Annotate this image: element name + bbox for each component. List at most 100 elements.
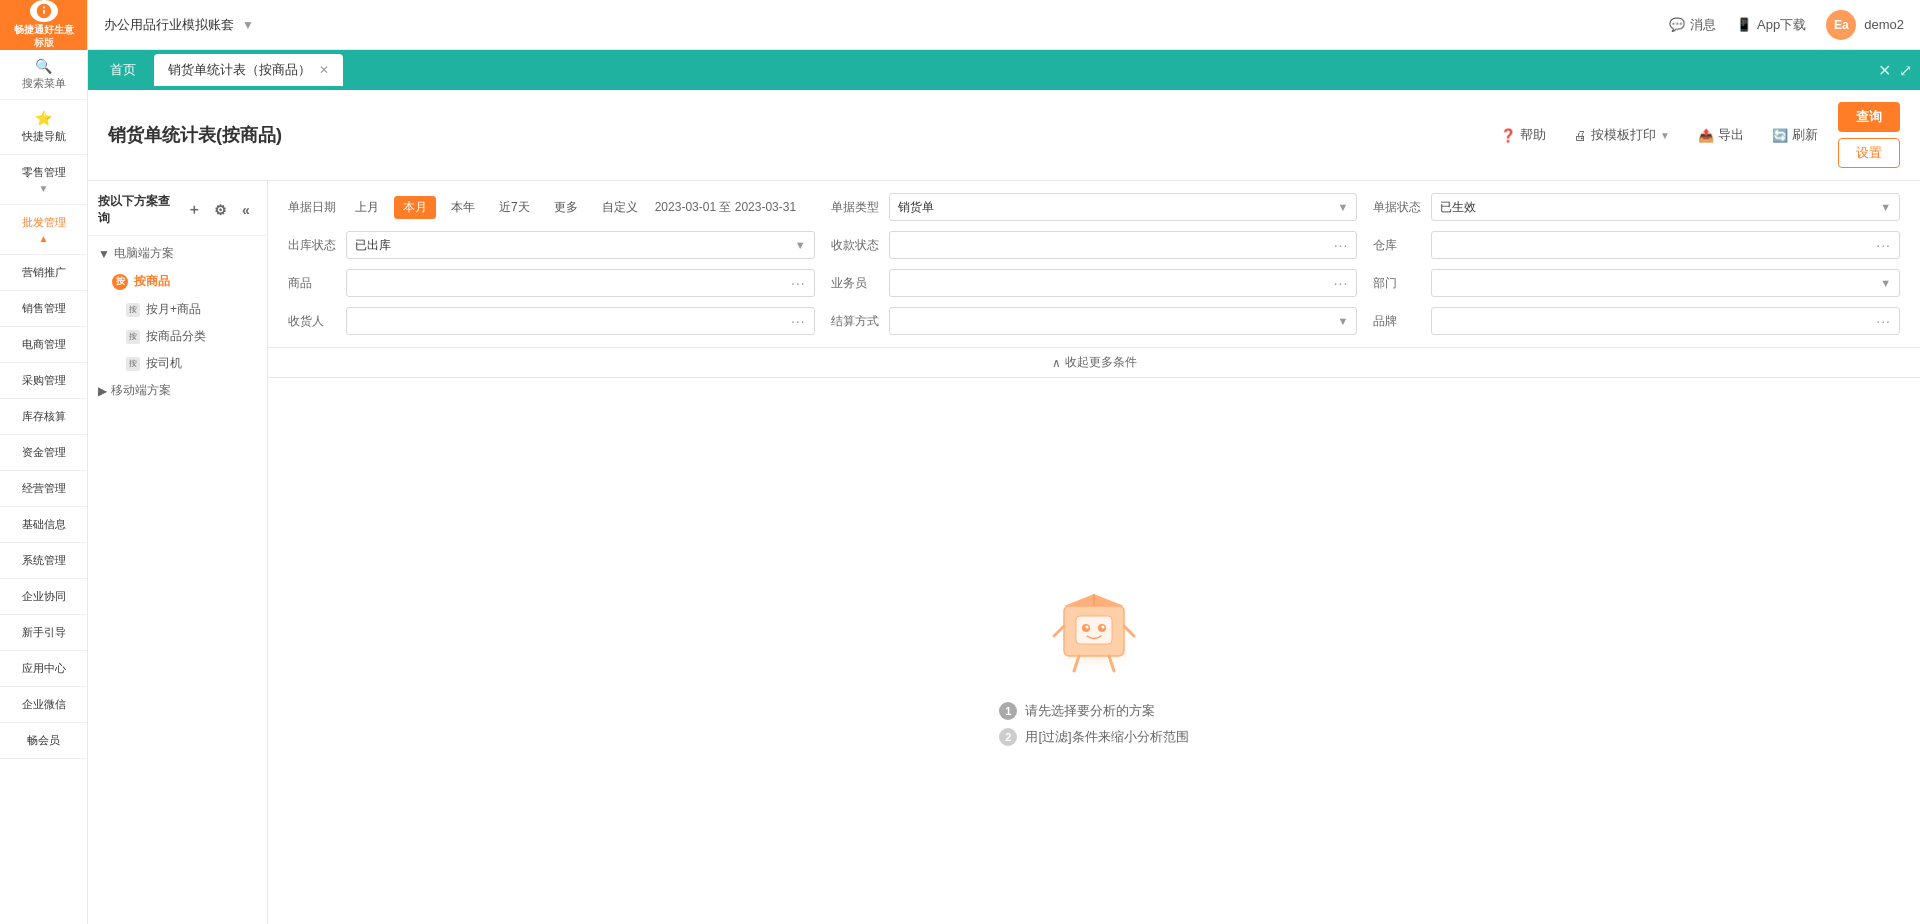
print-icon: 🖨 (1574, 128, 1587, 143)
svg-line-9 (1054, 626, 1064, 636)
department-select[interactable]: ▼ (1431, 269, 1900, 297)
product-select[interactable]: ··· (346, 269, 815, 297)
date-chip-this-year[interactable]: 本年 (442, 196, 484, 219)
filter-salesperson: 业务员 ··· (831, 269, 1358, 297)
sidebar-item-finance[interactable]: 资金管理 (0, 435, 87, 471)
tab-restore-btn[interactable]: ⤢ (1899, 61, 1912, 80)
product-label: 商品 (288, 275, 338, 292)
user-profile[interactable]: Ea demo2 (1826, 10, 1904, 40)
message-button[interactable]: 💬 消息 (1669, 16, 1716, 34)
brand-select[interactable]: ··· (1431, 307, 1900, 335)
sidebar-item-membership[interactable]: 畅会员 (0, 723, 87, 759)
app-logo[interactable]: 畅捷通好生意 标版 (0, 0, 87, 50)
app-download-button[interactable]: 📱 App下载 (1736, 16, 1806, 34)
user-name: demo2 (1864, 17, 1904, 32)
date-chip-more[interactable]: 更多 (545, 196, 587, 219)
receiver-select[interactable]: ··· (346, 307, 815, 335)
out-status-select[interactable]: 已出库 ▼ (346, 231, 815, 259)
scheme-group-pc-header[interactable]: ▼ 电脑端方案 (98, 240, 267, 267)
doc-status-label: 单据状态 (1373, 199, 1423, 216)
sidebar-item-purchase[interactable]: 采购管理 (0, 363, 87, 399)
filter-doc-status: 单据状态 已生效 ▼ (1373, 193, 1900, 221)
filter-out-status: 出库状态 已出库 ▼ (288, 231, 815, 259)
page-header-actions: ❓ 帮助 🖨 按模板打印 ▼ 📤 导出 🔄 刷新 查询 (1492, 102, 1900, 180)
scheme-item-by-category[interactable]: 按 按商品分类 (98, 323, 267, 350)
app-subtitle: 标版 (34, 36, 54, 50)
query-button[interactable]: 查询 (1838, 102, 1900, 132)
sidebar-item-enterprise-wechat[interactable]: 企业微信 (0, 687, 87, 723)
sidebar-item-operations[interactable]: 经营管理 (0, 471, 87, 507)
scheme-group-mobile-header[interactable]: ▶ 移动端方案 (98, 377, 267, 404)
scheme-sub-icon-3: 按 (126, 357, 140, 371)
salesperson-select[interactable]: ··· (889, 269, 1358, 297)
collapse-icon: ∧ (1052, 356, 1061, 370)
scheme-item-by-driver[interactable]: 按 按司机 (98, 350, 267, 377)
date-chip-custom[interactable]: 自定义 (593, 196, 647, 219)
settlement-label: 结算方式 (831, 313, 881, 330)
sidebar-item-search[interactable]: 🔍 搜索菜单 (0, 50, 87, 100)
date-label: 单据日期 (288, 199, 338, 216)
receiver-label: 收货人 (288, 313, 338, 330)
print-button[interactable]: 🖨 按模板打印 ▼ (1566, 122, 1678, 148)
action-buttons-group: 查询 设置 (1838, 102, 1900, 168)
empty-tip-1: 1 请先选择要分析的方案 (999, 702, 1155, 720)
svg-point-8 (1102, 626, 1105, 629)
settlement-select[interactable]: ▼ (889, 307, 1358, 335)
sidebar-item-quick-nav[interactable]: ⭐ 快捷导航 (0, 100, 87, 155)
filter-department: 部门 ▼ (1373, 269, 1900, 297)
payment-status-label: 收款状态 (831, 237, 881, 254)
collapse-panel-btn[interactable]: « (235, 199, 257, 221)
sidebar-item-system[interactable]: 系统管理 (0, 543, 87, 579)
refresh-button[interactable]: 🔄 刷新 (1764, 122, 1826, 148)
page-title: 销货单统计表(按商品) (108, 123, 282, 159)
topbar-dropdown-icon[interactable]: ▼ (242, 18, 254, 32)
date-chip-7days[interactable]: 近7天 (490, 196, 539, 219)
sidebar-item-retail[interactable]: 零售管理 ▼ (0, 155, 87, 205)
tab-home[interactable]: 首页 (96, 54, 150, 86)
brand-dots-icon: ··· (1876, 313, 1891, 329)
sidebar-item-wholesale[interactable]: 批发管理 ▲ (0, 205, 87, 255)
sidebar-item-ecommerce[interactable]: 电商管理 (0, 327, 87, 363)
filter-warehouse: 仓库 ··· (1373, 231, 1900, 259)
tab-sales-stats[interactable]: 销货单统计表（按商品） ✕ (154, 54, 343, 86)
collapse-bar[interactable]: ∧ 收起更多条件 (268, 348, 1920, 378)
export-button[interactable]: 📤 导出 (1690, 122, 1752, 148)
date-filter-chips: 上月 本月 本年 近7天 更多 自定义 (346, 196, 647, 219)
doc-type-select[interactable]: 销货单 ▼ (889, 193, 1358, 221)
export-icon: 📤 (1698, 128, 1714, 143)
help-button[interactable]: ❓ 帮助 (1492, 122, 1554, 148)
scheme-item-by-product[interactable]: 按 按商品 (98, 267, 267, 296)
content-area: 销货单统计表(按商品) ❓ 帮助 🖨 按模板打印 ▼ 📤 导出 🔄 刷新 (88, 90, 1920, 924)
scheme-group-pc: ▼ 电脑端方案 按 按商品 按 按月+商品 按 按商品分类 (88, 240, 267, 377)
settings-scheme-btn[interactable]: ⚙ (209, 199, 231, 221)
warehouse-select[interactable]: ··· (1431, 231, 1900, 259)
sidebar-item-app-center[interactable]: 应用中心 (0, 651, 87, 687)
scheme-item-by-month-product[interactable]: 按 按月+商品 (98, 296, 267, 323)
sidebar-item-inventory[interactable]: 库存核算 (0, 399, 87, 435)
svg-rect-4 (1076, 616, 1112, 644)
date-chip-this-month[interactable]: 本月 (394, 196, 436, 219)
filter-product: 商品 ··· (288, 269, 815, 297)
help-icon: ❓ (1500, 128, 1516, 143)
payment-status-select[interactable]: ··· (889, 231, 1358, 259)
filter-settlement: 结算方式 ▼ (831, 307, 1358, 335)
sidebar-item-sales[interactable]: 销售管理 (0, 291, 87, 327)
date-chip-last-month[interactable]: 上月 (346, 196, 388, 219)
tab-close-window-btn[interactable]: ✕ (1878, 61, 1891, 80)
tab-close-icon[interactable]: ✕ (319, 63, 329, 77)
sidebar-item-cooperation[interactable]: 企业协同 (0, 579, 87, 615)
doc-status-select[interactable]: 已生效 ▼ (1431, 193, 1900, 221)
sidebar-item-marketing[interactable]: 营销推广 (0, 255, 87, 291)
settings-button[interactable]: 设置 (1838, 138, 1900, 168)
salesperson-dots-icon: ··· (1334, 275, 1349, 291)
empty-tips: 1 请先选择要分析的方案 2 用[过滤]条件来缩小分析范围 (999, 702, 1188, 746)
warehouse-dots-icon: ··· (1876, 237, 1891, 253)
add-scheme-btn[interactable]: ＋ (183, 199, 205, 221)
department-arrow-icon: ▼ (1880, 277, 1891, 289)
sidebar-item-onboarding[interactable]: 新手引导 (0, 615, 87, 651)
print-dropdown-icon[interactable]: ▼ (1660, 130, 1670, 141)
main-area: 办公用品行业模拟账套 ▼ 💬 消息 📱 App下载 Ea demo2 首页 (88, 0, 1920, 924)
scheme-sub-icon: 按 (126, 303, 140, 317)
filter-receiver: 收货人 ··· (288, 307, 815, 335)
sidebar-item-basic-info[interactable]: 基础信息 (0, 507, 87, 543)
